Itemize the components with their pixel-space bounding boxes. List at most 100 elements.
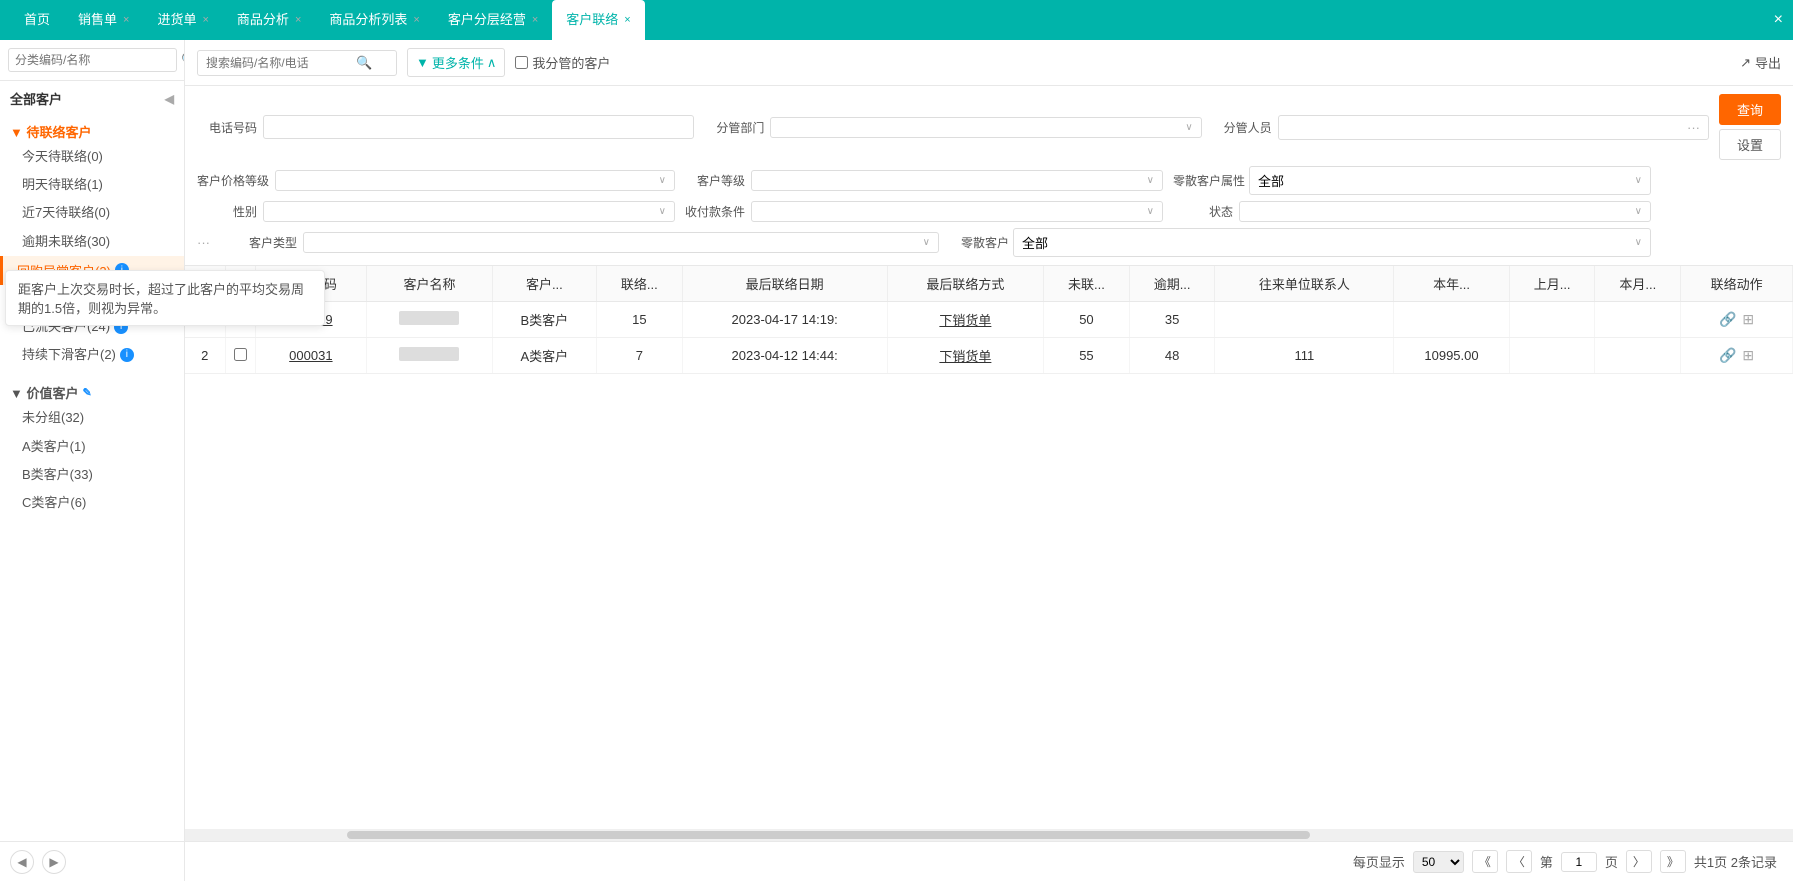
sidebar-item-classB[interactable]: B类客户(33) — [0, 461, 184, 489]
phone-input[interactable] — [263, 115, 694, 139]
settings-button[interactable]: 设置 — [1719, 129, 1781, 160]
nav-customer-segment-close[interactable]: × — [532, 0, 538, 40]
sidebar-item-declining[interactable]: 持续下滑客户(2) i — [0, 341, 184, 369]
dept-select[interactable]: ∨ — [770, 117, 1201, 138]
sidebar-item-ungroup[interactable]: 未分组(32) — [0, 404, 184, 432]
sidebar-item-today[interactable]: 今天待联络(0) — [0, 143, 184, 171]
cell-row2-overdue: 48 — [1129, 338, 1215, 374]
sidebar-collapse-icon[interactable]: ◀ — [165, 92, 174, 106]
cell-row1-method[interactable]: 下销货单 — [887, 302, 1043, 338]
nav-product-analysis-close[interactable]: × — [295, 0, 301, 40]
sidebar-prev-btn[interactable]: ◀ — [10, 850, 34, 874]
payment-select[interactable]: ∨ — [751, 201, 1163, 222]
filter-export-btn[interactable]: ↗ 导出 — [1740, 53, 1781, 72]
nav-customer-contact-close[interactable]: × — [624, 0, 630, 40]
filter-row-3: 性别 ∨ 收付款条件 ∨ 状态 — [197, 201, 1781, 222]
person-select[interactable]: ··· — [1278, 115, 1709, 140]
gender-select[interactable]: ∨ — [263, 201, 675, 222]
filter-search-input[interactable] — [206, 56, 356, 70]
cell-row1-name — [367, 302, 492, 338]
filter-more-conditions[interactable]: ▼ 更多条件 ∧ — [407, 48, 505, 77]
status-select[interactable]: ∨ — [1239, 201, 1651, 222]
query-button[interactable]: 查询 — [1719, 94, 1781, 125]
nav-sales[interactable]: 销售单 × — [64, 0, 143, 40]
row2-link-icon[interactable]: 🔗 — [1719, 347, 1736, 364]
filter-field-customer-level: 客户等级 ∨ — [685, 170, 1163, 191]
filter-field-customer-type: 客户类型 ∨ — [237, 232, 939, 253]
sidebar-search-input[interactable] — [8, 48, 177, 72]
nav-product-list[interactable]: 商品分析列表 × — [315, 0, 433, 40]
nav-customer-segment[interactable]: 客户分层经营 × — [434, 0, 552, 40]
customer-type-select[interactable]: ∨ — [303, 232, 939, 253]
table-header-row: ⚙ 客户编码 客户名称 客户... — [185, 266, 1793, 302]
customer-level-select[interactable]: ∨ — [751, 170, 1163, 191]
row1-name-blurred — [399, 311, 459, 325]
row1-grid-icon[interactable]: ⊞ — [1742, 311, 1754, 328]
retail-attr-select[interactable]: 全部 ∨ — [1249, 166, 1651, 195]
h-scroll-thumb[interactable] — [347, 831, 1309, 839]
last-page-button[interactable]: 》 — [1660, 850, 1686, 873]
window-close-button[interactable]: × — [1774, 11, 1783, 29]
nav-home[interactable]: 首页 — [10, 0, 64, 40]
top-nav: 首页 销售单 × 进货单 × 商品分析 × 商品分析列表 × 客户分层经营 × … — [0, 0, 1793, 40]
person-more-icon[interactable]: ··· — [1687, 120, 1700, 135]
filter-field-status: 状态 ∨ — [1173, 201, 1651, 222]
cell-row1-contact: 15 — [597, 302, 683, 338]
next-page-button[interactable]: 〉 — [1626, 850, 1652, 873]
sidebar-item-7days[interactable]: 近7天待联络(0) — [0, 199, 184, 227]
row2-grid-icon[interactable]: ⊞ — [1742, 347, 1754, 364]
pagination-bar: 每页显示 50 100 200 《 〈 第 页 〉 》 共1页 2条记录 — [185, 841, 1793, 881]
th-customer-type: 客户... — [492, 266, 596, 302]
cell-row1-year — [1394, 302, 1510, 338]
filter-search-icon[interactable]: 🔍 — [356, 55, 372, 71]
filter-field-dept: 分管部门 ∨ — [704, 117, 1201, 138]
sidebar-item-classC[interactable]: C类客户(6) — [0, 489, 184, 517]
prev-page-button[interactable]: 〈 — [1506, 850, 1532, 873]
first-page-button[interactable]: 《 — [1472, 850, 1498, 873]
cell-row2-uncontacted: 55 — [1044, 338, 1130, 374]
value-client-edit-icon[interactable]: ✎ — [82, 386, 91, 399]
th-last-contact-method: 最后联络方式 — [887, 266, 1043, 302]
all-customers-section: 全部客户 ◀ — [0, 81, 184, 116]
filter-more-chevron: ∧ — [487, 55, 497, 71]
declining-info-icon[interactable]: i — [120, 348, 134, 362]
pending-contact-group[interactable]: ▼ 待联络客户 — [0, 116, 184, 143]
my-customers-checkbox[interactable] — [515, 56, 528, 69]
page-input[interactable] — [1561, 852, 1597, 872]
sidebar-item-classA[interactable]: A类客户(1) — [0, 433, 184, 461]
row2-checkbox[interactable] — [234, 348, 247, 361]
sidebar-next-btn[interactable]: ▶ — [42, 850, 66, 874]
sidebar-item-overdue[interactable]: 逾期未联络(30) — [0, 228, 184, 256]
content-area: 🔍 ▼ 更多条件 ∧ 我分管的客户 ↗ 导出 电话号码 — [185, 40, 1793, 881]
price-level-select[interactable]: ∨ — [275, 170, 675, 191]
th-overdue: 逾期... — [1129, 266, 1215, 302]
value-client-group[interactable]: ▼ 价值客户 ✎ — [0, 377, 184, 404]
table-row: 2 000031 A类客户 7 2023-04-12 14:44: 下销货单 5… — [185, 338, 1793, 374]
filter-my-customers[interactable]: 我分管的客户 — [515, 53, 610, 72]
th-last-contact-date: 最后联络日期 — [682, 266, 887, 302]
nav-product-analysis[interactable]: 商品分析 × — [223, 0, 315, 40]
filter-row-2: 客户价格等级 ∨ 客户等级 ∨ 零散客户属性 全部 — [197, 166, 1781, 195]
sidebar-item-tomorrow[interactable]: 明天待联络(1) — [0, 171, 184, 199]
nav-purchase[interactable]: 进货单 × — [143, 0, 222, 40]
cell-row1-last-month — [1509, 302, 1595, 338]
nav-purchase-close[interactable]: × — [202, 0, 208, 40]
cell-row1-overdue: 35 — [1129, 302, 1215, 338]
nav-sales-close[interactable]: × — [123, 0, 129, 40]
filter-dots-label[interactable]: ··· — [197, 235, 227, 250]
nav-customer-contact[interactable]: 客户联络 × — [552, 0, 644, 40]
cell-row2-code[interactable]: 000031 — [255, 338, 367, 374]
page-size-select[interactable]: 50 100 200 — [1413, 851, 1464, 873]
filter-row-4: ··· 客户类型 ∨ 零散客户 全部 ∨ — [197, 228, 1781, 257]
row1-link-icon[interactable]: 🔗 — [1719, 311, 1736, 328]
cell-row2-method[interactable]: 下销货单 — [887, 338, 1043, 374]
cell-row1-this-month — [1595, 302, 1681, 338]
table-row: 1 000039 B类客户 15 2023-04-17 14:19: 下销货单 … — [185, 302, 1793, 338]
cell-row2-person: 111 — [1215, 338, 1394, 374]
h-scrollbar[interactable] — [185, 829, 1793, 841]
cell-row1-uncontacted: 50 — [1044, 302, 1130, 338]
retail-customer-select[interactable]: 全部 ∨ — [1013, 228, 1651, 257]
nav-product-list-close[interactable]: × — [413, 0, 419, 40]
filter-field-retail-customer: 零散客户 全部 ∨ — [949, 228, 1651, 257]
gender-chevron-icon: ∨ — [659, 206, 666, 217]
